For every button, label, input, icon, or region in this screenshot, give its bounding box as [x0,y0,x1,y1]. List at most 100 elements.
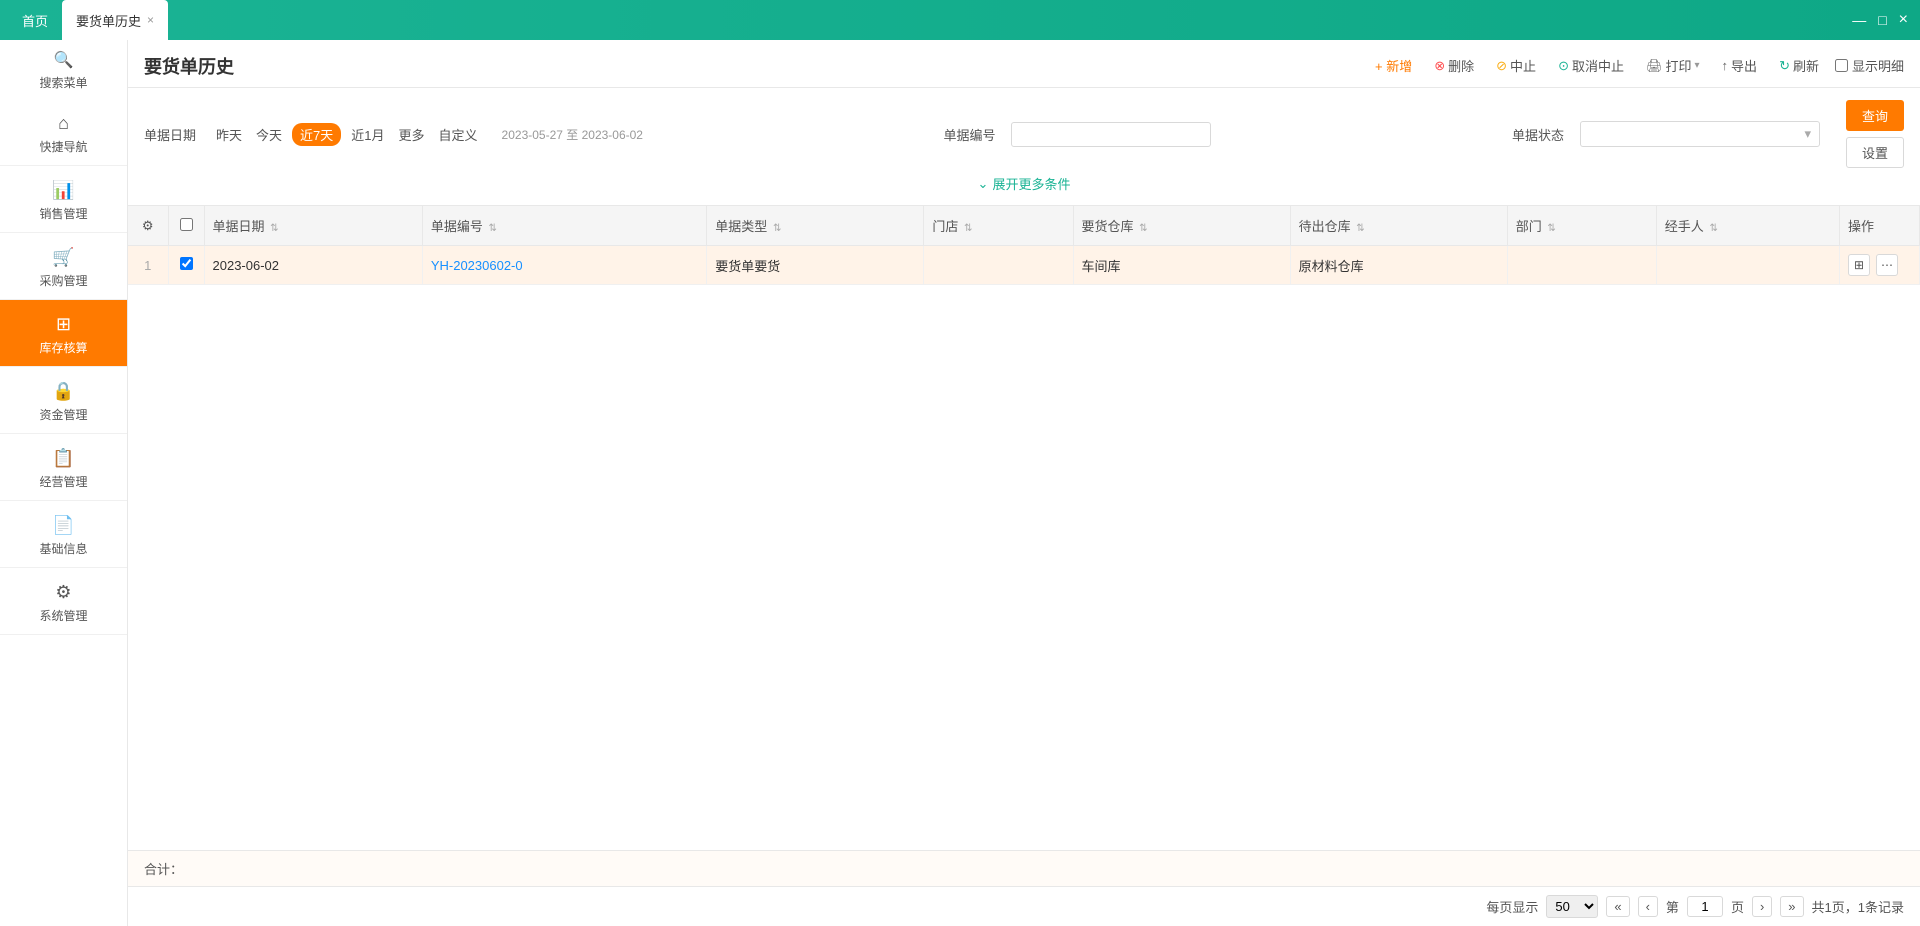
shortcut-1month[interactable]: 近1月 [347,123,388,146]
cell-date: 2023-06-02 [204,246,422,285]
cancel-stop-button[interactable]: ⊙ 取消中止 [1552,52,1630,79]
col-req-warehouse-label: 要货仓库 [1082,219,1134,234]
per-page-label: 每页显示 [1486,897,1538,916]
per-page-select[interactable]: 20 50 100 200 [1546,895,1598,918]
settings-button[interactable]: 设置 [1846,137,1904,168]
action-view-btn[interactable]: ⊞ [1848,254,1870,276]
sidebar-item-operations-mgmt[interactable]: 📋 经营管理 [0,434,127,501]
next-page-btn[interactable]: › [1752,896,1772,917]
print-label: 打印 [1666,56,1692,75]
sidebar-item-finance-mgmt-label: 资金管理 [39,406,87,423]
print-button[interactable]: 🖨 打印 ▾ [1640,52,1706,79]
col-store[interactable]: 门店 ⇅ [924,206,1073,246]
delete-button[interactable]: ⊗ 删除 [1428,52,1480,79]
finance-mgmt-icon: 🔒 [52,381,74,402]
table-summary: 合计： [128,850,1920,886]
select-all-checkbox[interactable] [180,218,193,231]
sidebar-search[interactable]: 🔍 搜索菜单 [0,40,127,99]
shortcut-yesterday[interactable]: 昨天 [212,123,246,146]
col-req-warehouse-sort-icon: ⇅ [1139,223,1147,234]
cell-checkbox[interactable] [168,246,204,285]
stop-button[interactable]: ⊘ 中止 [1490,52,1542,79]
sidebar-item-basic-info-label: 基础信息 [39,540,87,557]
sales-mgmt-icon: 📊 [52,180,74,201]
sidebar-item-finance-mgmt[interactable]: 🔒 资金管理 [0,367,127,434]
tab-home[interactable]: 首页 [8,0,62,40]
table-header-row: ⚙ 单据日期 ⇅ 单据编号 ⇅ 单据类型 [128,206,1920,246]
inventory-calc-icon: ⊞ [56,314,71,335]
col-doc-type[interactable]: 单据类型 ⇅ [707,206,924,246]
sidebar-item-inventory-calc[interactable]: ⊞ 库存核算 [0,300,127,367]
cell-doc-type: 要货单要货 [707,246,924,285]
col-pending-warehouse-label: 待出仓库 [1299,219,1351,234]
tab-close-icon[interactable]: × [147,13,154,27]
doc-no-input[interactable] [1011,122,1211,147]
data-table: ⚙ 单据日期 ⇅ 单据编号 ⇅ 单据类型 [128,206,1920,285]
expand-label: 展开更多条件 [992,174,1070,193]
refresh-button[interactable]: ↻ 刷新 [1773,52,1825,79]
sidebar-item-sales-mgmt-label: 销售管理 [39,205,87,222]
system-mgmt-icon: ⚙ [55,582,71,603]
col-action: 操作 [1840,206,1920,246]
maximize-icon[interactable]: □ [1878,12,1886,28]
col-checkbox[interactable] [168,206,204,246]
sidebar-item-sales-mgmt[interactable]: 📊 销售管理 [0,166,127,233]
purchase-mgmt-icon: 🛒 [52,247,74,268]
col-department[interactable]: 部门 ⇅ [1507,206,1656,246]
sidebar-item-inventory-calc-label: 库存核算 [39,339,87,356]
shortcut-7days[interactable]: 近7天 [292,123,341,146]
doc-no-link[interactable]: YH-20230602-0 [431,258,523,273]
toolbar: + 新增 ⊗ 删除 ⊘ 中止 ⊙ 取消中止 🖨 打印 ▾ [1369,52,1904,79]
display-detail-checkbox[interactable] [1835,59,1848,72]
first-page-btn[interactable]: « [1606,896,1629,917]
page-header: 要货单历史 + 新增 ⊗ 删除 ⊘ 中止 ⊙ 取消中止 🖨 [128,40,1920,88]
action-more-btn[interactable]: ⋯ [1876,254,1898,276]
cell-action: ⊞ ⋯ [1840,246,1920,285]
col-req-warehouse[interactable]: 要货仓库 ⇅ [1073,206,1290,246]
minimize-icon[interactable]: — [1852,12,1866,28]
sidebar-item-system-mgmt[interactable]: ⚙ 系统管理 [0,568,127,635]
display-detail-toggle[interactable]: 显示明细 [1835,56,1904,75]
status-select[interactable]: ▾ [1580,121,1820,147]
filter-area: 单据日期 昨天 今天 近7天 近1月 更多 自定义 2023-05-27 至 2… [128,88,1920,206]
col-date-sort-icon: ⇅ [270,223,278,234]
cell-doc-no[interactable]: YH-20230602-0 [422,246,706,285]
shortcut-more[interactable]: 更多 [395,123,429,146]
refresh-icon: ↻ [1779,58,1790,74]
query-button[interactable]: 查询 [1846,100,1904,131]
cancel-stop-label: 取消中止 [1572,56,1624,75]
cell-pending-warehouse: 原材料仓库 [1290,246,1507,285]
window-close-icon[interactable]: × [1899,11,1908,29]
sidebar-item-quick-nav-label: 快捷导航 [39,138,87,155]
col-handler-sort-icon: ⇅ [1709,223,1717,234]
shortcut-today[interactable]: 今天 [252,123,286,146]
tab-requisition-history[interactable]: 要货单历史 × [62,0,168,40]
window-controls: — □ × [1852,11,1920,29]
row-checkbox[interactable] [180,257,193,270]
page-suffix: 页 [1731,897,1744,916]
col-doc-no[interactable]: 单据编号 ⇅ [422,206,706,246]
col-handler[interactable]: 经手人 ⇅ [1656,206,1839,246]
col-pending-warehouse[interactable]: 待出仓库 ⇅ [1290,206,1507,246]
prev-page-btn[interactable]: ‹ [1638,896,1658,917]
col-settings[interactable]: ⚙ [128,206,168,246]
expand-conditions-btn[interactable]: ⌄ 展开更多条件 [978,174,1071,193]
sidebar-item-purchase-mgmt[interactable]: 🛒 采购管理 [0,233,127,300]
sidebar-item-quick-nav[interactable]: ⌂ 快捷导航 [0,99,127,166]
last-page-btn[interactable]: » [1780,896,1803,917]
table-wrap: ⚙ 单据日期 ⇅ 单据编号 ⇅ 单据类型 [128,206,1920,850]
new-button[interactable]: + 新增 [1369,52,1418,79]
col-doc-no-sort-icon: ⇅ [488,223,496,234]
sidebar-item-system-mgmt-label: 系统管理 [39,607,87,624]
display-detail-label: 显示明细 [1852,56,1904,75]
top-bar: 首页 要货单历史 × — □ × [0,0,1920,40]
col-date[interactable]: 单据日期 ⇅ [204,206,422,246]
refresh-label: 刷新 [1793,56,1819,75]
delete-label: 删除 [1448,56,1474,75]
sidebar-item-basic-info[interactable]: 📄 基础信息 [0,501,127,568]
page-number-input[interactable] [1687,896,1723,917]
col-department-sort-icon: ⇅ [1547,223,1555,234]
shortcut-custom[interactable]: 自定义 [435,123,482,146]
doc-no-label: 单据编号 [943,125,995,144]
export-button[interactable]: ↑ 导出 [1716,52,1764,79]
